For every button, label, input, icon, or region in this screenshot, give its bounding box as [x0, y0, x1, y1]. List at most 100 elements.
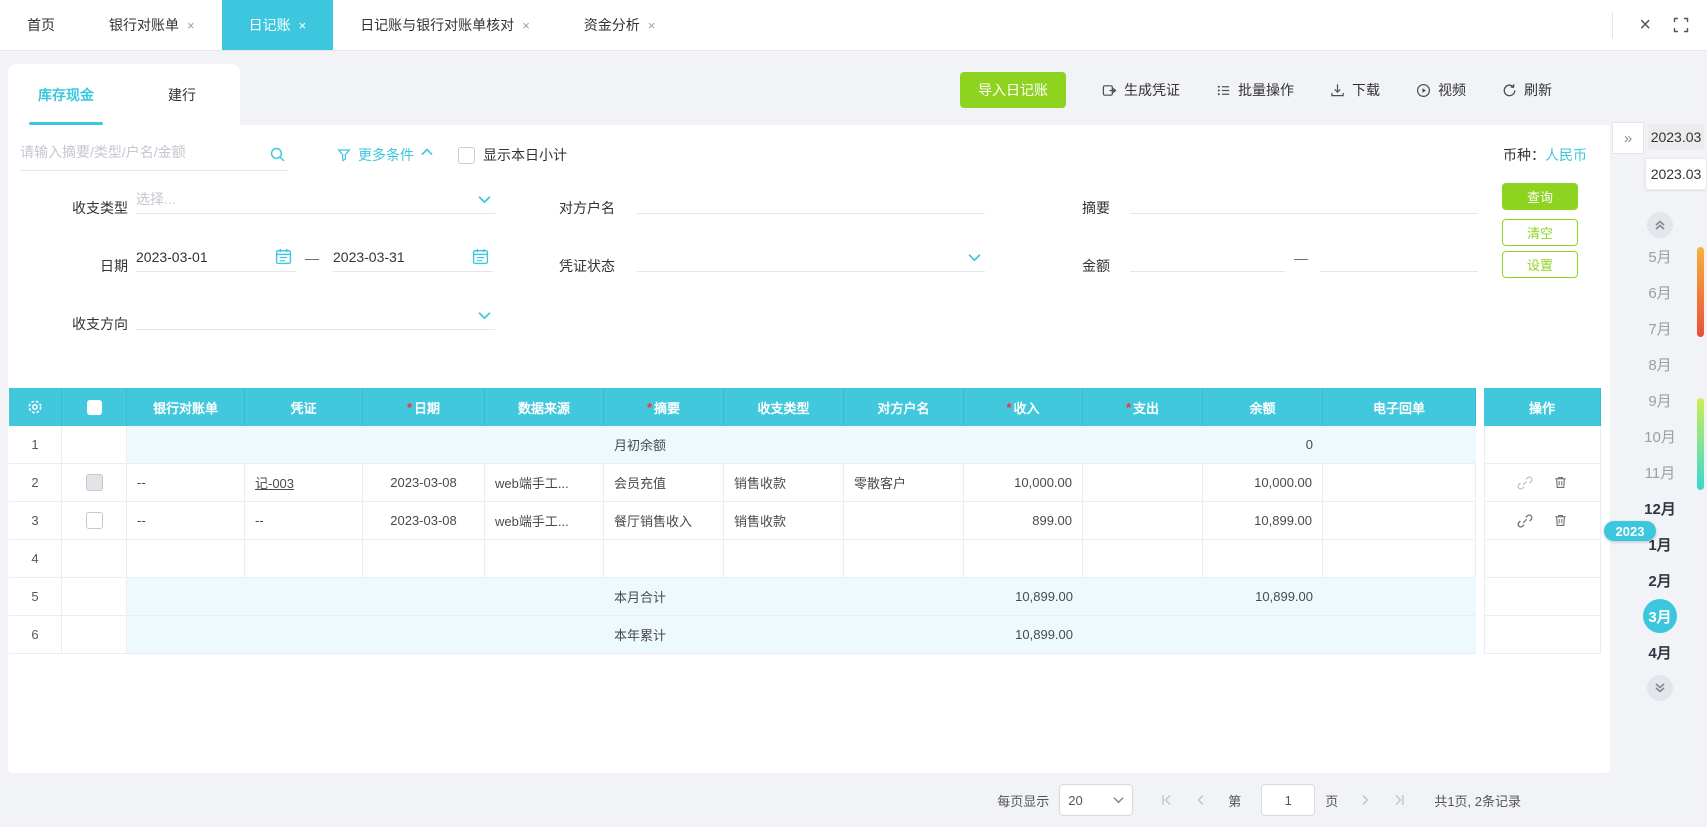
next-page-icon[interactable]	[1357, 792, 1373, 808]
scroll-months-up-button[interactable]	[1647, 212, 1673, 238]
page-number-input[interactable]: 1	[1261, 784, 1316, 816]
top-tab-label: 日记账与银行对账单核对	[360, 17, 515, 33]
sidebar-collapse-button[interactable]: »	[1612, 122, 1644, 154]
summary-input[interactable]	[1130, 185, 1478, 214]
month-scrollbar-thumb-bottom[interactable]	[1697, 398, 1704, 490]
fullscreen-icon[interactable]	[1663, 17, 1699, 33]
cell-expense	[1083, 616, 1203, 654]
settings-button[interactable]: 设置	[1502, 251, 1578, 278]
direction-select[interactable]	[136, 301, 495, 330]
tab-close-icon[interactable]: ×	[648, 18, 656, 33]
tab-close-icon[interactable]: ×	[187, 18, 195, 33]
search-icon[interactable]	[269, 146, 286, 163]
calendar-icon[interactable]	[472, 248, 489, 265]
table-row[interactable]: 2 -- 记-003 2023-03-08 web端手工... 会员充值 销售收款 零散客户 1…	[9, 464, 1601, 502]
row-checkbox[interactable]	[85, 512, 103, 529]
clear-button[interactable]: 清空	[1502, 219, 1578, 246]
type-select[interactable]: 选择...	[136, 185, 495, 214]
tab-close-icon[interactable]: ×	[299, 18, 307, 33]
party-input[interactable]	[637, 185, 985, 214]
header-receipt: 电子回单	[1323, 388, 1476, 426]
prev-page-icon[interactable]	[1193, 792, 1209, 808]
per-page-select[interactable]: 20	[1059, 784, 1134, 816]
last-page-icon[interactable]	[1391, 792, 1407, 808]
month-item[interactable]: 10月	[1630, 418, 1690, 454]
month-item[interactable]: 3月	[1643, 599, 1677, 633]
cell-voucher	[245, 540, 363, 578]
gear-icon[interactable]	[26, 398, 44, 416]
table-row[interactable]: 3 -- -- 2023-03-08 web端手工... 餐厅销售收入 销售收款 899.00…	[9, 502, 1601, 540]
top-tab[interactable]: 首页	[0, 0, 82, 50]
link-icon[interactable]	[1517, 475, 1533, 491]
cell-category	[724, 616, 844, 654]
more-conditions-toggle[interactable]: 更多条件	[337, 145, 435, 165]
year-badge: 2023	[1604, 521, 1656, 541]
pagination-bar: 每页显示 20 第 1 页 共1页, 2条记录	[997, 784, 1521, 816]
account-tab[interactable]: 建行	[124, 64, 240, 125]
cell-source	[485, 540, 604, 578]
toolbar-refresh-button[interactable]: 刷新	[1502, 80, 1552, 100]
required-mark: *	[646, 399, 653, 415]
select-all-checkbox[interactable]	[86, 399, 102, 415]
toolbar-video-button[interactable]: 视频	[1416, 80, 1466, 100]
date-label: 日期	[100, 258, 128, 274]
currency-value[interactable]: 人民币	[1545, 147, 1587, 163]
cell-income	[964, 426, 1083, 464]
top-tab-label: 银行对账单	[109, 17, 179, 33]
top-tab[interactable]: 银行对账单 ×	[82, 0, 222, 50]
cell-expense	[1083, 464, 1203, 502]
cell-date	[363, 616, 485, 654]
date-from-input[interactable]: 2023-03-01	[136, 243, 296, 272]
link-icon[interactable]	[1517, 513, 1533, 529]
voucher-link[interactable]: 记-003	[255, 473, 294, 492]
month-item[interactable]: 6月	[1630, 274, 1690, 310]
import-journal-button[interactable]: 导入日记账	[960, 72, 1066, 108]
month-item[interactable]: 5月	[1630, 238, 1690, 274]
voucher-status-select[interactable]	[637, 243, 985, 272]
row-number: 1	[9, 426, 62, 464]
search-input[interactable]	[20, 140, 250, 164]
funnel-icon	[337, 148, 351, 162]
toolbar-batch-button[interactable]: 批量操作	[1216, 80, 1294, 100]
toolbar-gen-voucher-button[interactable]: 生成凭证	[1102, 80, 1180, 100]
month-item[interactable]: 2月	[1630, 562, 1690, 598]
column-spacer	[1476, 540, 1484, 578]
row-actions	[1484, 502, 1601, 540]
calendar-icon[interactable]	[275, 248, 292, 265]
double-chevron-down-icon	[1654, 682, 1666, 694]
amount-min-input[interactable]	[1130, 243, 1285, 272]
month-item[interactable]: 4月	[1630, 634, 1690, 670]
month-item[interactable]: 7月	[1630, 310, 1690, 346]
table-row: 6 本年累计 10,899.00	[9, 616, 1601, 654]
query-button[interactable]: 查询	[1502, 183, 1578, 210]
cell-bank	[127, 616, 245, 654]
cell-balance: 10,899.00	[1203, 502, 1323, 540]
date-to-input[interactable]: 2023-03-31	[333, 243, 493, 272]
month-item[interactable]: 8月	[1630, 346, 1690, 382]
trash-icon[interactable]	[1553, 513, 1569, 529]
show-daily-subtotal-checkbox[interactable]: 显示本日小计	[458, 145, 567, 165]
toolbar: 导入日记账 生成凭证 批量操作 下载 视频 刷新	[960, 70, 1552, 110]
row-actions	[1484, 464, 1601, 502]
trash-icon[interactable]	[1553, 475, 1569, 491]
tab-close-icon[interactable]: ×	[522, 18, 530, 33]
amount-max-input[interactable]	[1320, 243, 1478, 272]
month-scrollbar-thumb-top[interactable]	[1697, 247, 1704, 337]
cell-income: 10,899.00	[964, 578, 1083, 616]
scroll-months-down-button[interactable]	[1647, 675, 1673, 701]
top-tab[interactable]: 日记账与银行对账单核对 ×	[333, 0, 557, 50]
row-checkbox-cell	[62, 578, 127, 616]
first-page-icon[interactable]	[1159, 792, 1175, 808]
top-tab[interactable]: 资金分析 ×	[557, 0, 683, 50]
close-icon[interactable]: ×	[1627, 14, 1663, 37]
account-tab[interactable]: 库存现金	[8, 64, 124, 125]
top-tab[interactable]: 日记账 ×	[221, 0, 334, 50]
toolbar-download-button[interactable]: 下载	[1330, 80, 1380, 100]
row-checkbox[interactable]	[85, 474, 103, 491]
month-item[interactable]: 11月	[1630, 454, 1690, 490]
row-actions	[1484, 426, 1601, 464]
month-item[interactable]: 9月	[1630, 382, 1690, 418]
header-voucher: 凭证	[245, 388, 363, 426]
current-period-box[interactable]: 2023.03	[1645, 158, 1707, 190]
table-row: 4	[9, 540, 1601, 578]
